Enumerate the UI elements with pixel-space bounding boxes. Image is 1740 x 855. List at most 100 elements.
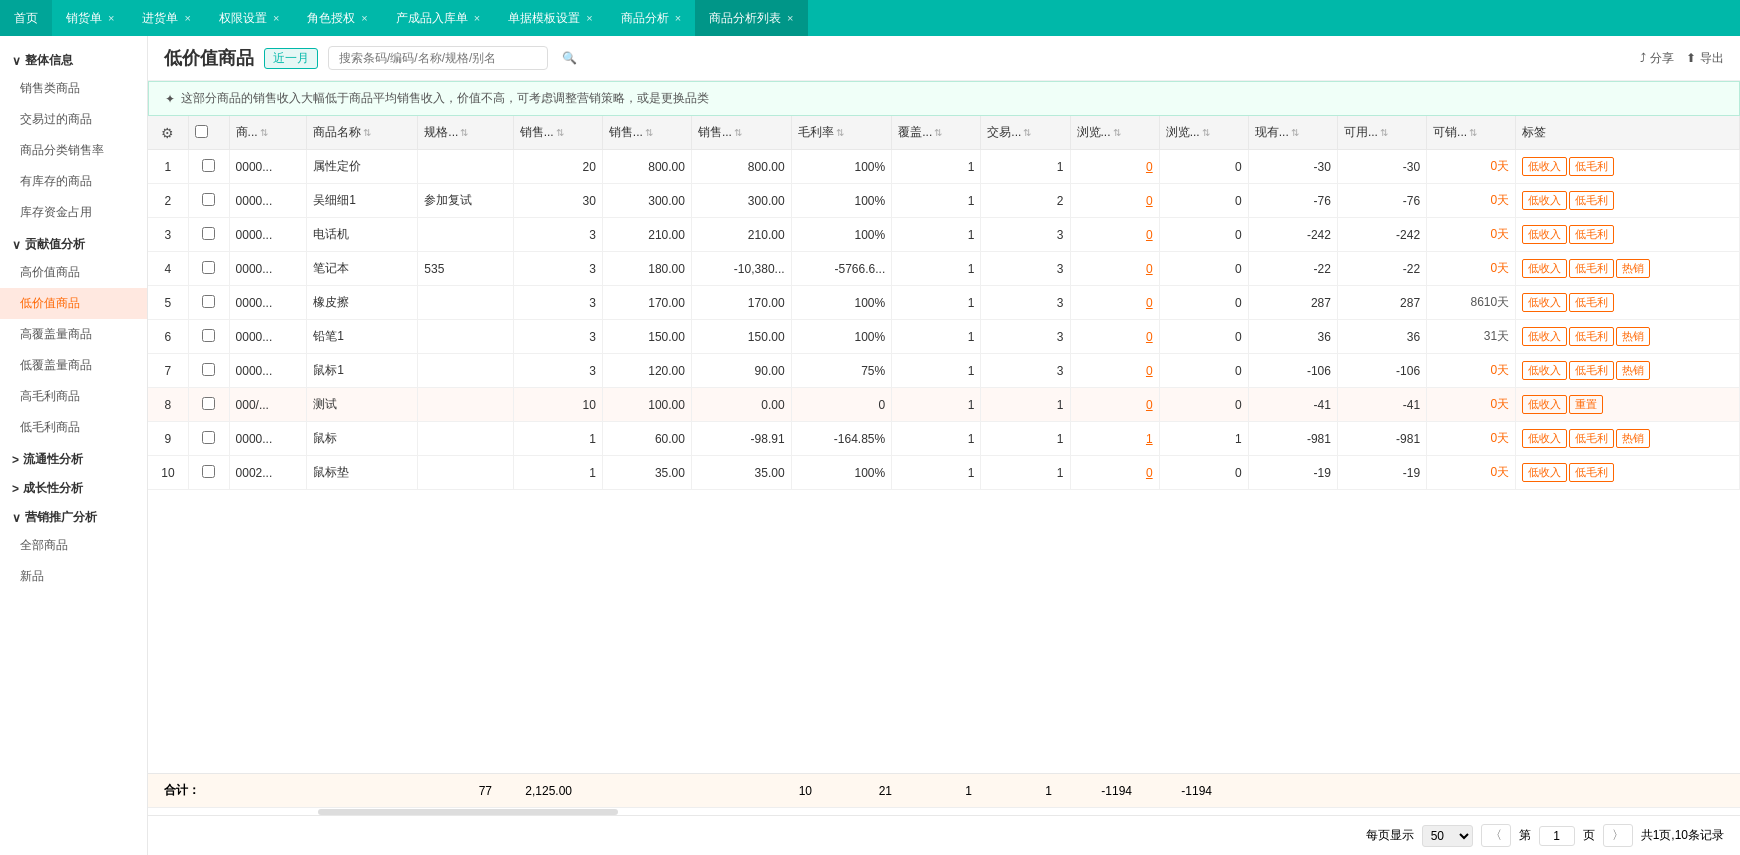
sidebar-group-liquidity[interactable]: > 流通性分析 <box>0 443 147 472</box>
col-sales-qty[interactable]: 销售...⇅ <box>513 116 602 150</box>
nav-product-analysis-list[interactable]: 商品分析列表 × <box>695 0 807 36</box>
row-sales-qty: 10 <box>513 388 602 422</box>
search-icon[interactable]: 🔍 <box>562 51 577 65</box>
row-checkbox[interactable] <box>188 184 229 218</box>
col-checkbox-header[interactable] <box>188 116 229 150</box>
col-coverage[interactable]: 覆盖...⇅ <box>892 116 981 150</box>
page-number-input[interactable] <box>1539 826 1575 846</box>
close-icon[interactable]: × <box>586 12 592 24</box>
row-browse2: 0 <box>1159 354 1248 388</box>
share-button[interactable]: ⤴ 分享 <box>1640 50 1674 67</box>
search-input[interactable] <box>328 46 548 70</box>
nav-product-analysis[interactable]: 商品分析 × <box>607 0 695 36</box>
row-coverage: 1 <box>892 456 981 490</box>
tag-label: 低毛利 <box>1569 361 1614 380</box>
row-checkbox[interactable] <box>188 286 229 320</box>
row-sales-qty: 1 <box>513 456 602 490</box>
col-code[interactable]: 商...⇅ <box>229 116 307 150</box>
nav-role-auth[interactable]: 角色授权 × <box>293 0 381 36</box>
sidebar-item-new-products[interactable]: 新品 <box>0 561 147 592</box>
nav-product-in[interactable]: 产成品入库单 × <box>382 0 494 36</box>
col-browse1[interactable]: 浏览...⇅ <box>1070 116 1159 150</box>
row-checkbox[interactable] <box>188 388 229 422</box>
browse-link[interactable]: 0 <box>1146 160 1153 174</box>
close-icon[interactable]: × <box>273 12 279 24</box>
close-icon[interactable]: × <box>361 12 367 24</box>
row-code: 0002... <box>229 456 307 490</box>
sidebar-item-traded-products[interactable]: 交易过的商品 <box>0 104 147 135</box>
next-page-button[interactable]: 〉 <box>1603 824 1633 847</box>
row-browse1: 0 <box>1070 354 1159 388</box>
browse-link[interactable]: 0 <box>1146 296 1153 310</box>
col-sales-amount[interactable]: 销售...⇅ <box>602 116 691 150</box>
row-sellable-days: 31天 <box>1427 320 1516 354</box>
nav-permission[interactable]: 权限设置 × <box>205 0 293 36</box>
row-available: -106 <box>1337 354 1426 388</box>
nav-template[interactable]: 单据模板设置 × <box>494 0 606 36</box>
browse-link[interactable]: 0 <box>1146 228 1153 242</box>
sidebar-group-growth[interactable]: > 成长性分析 <box>0 472 147 501</box>
sidebar-item-high-coverage[interactable]: 高覆盖量商品 <box>0 319 147 350</box>
page-size-select[interactable]: 50 100 200 <box>1422 825 1473 847</box>
col-available[interactable]: 可用...⇅ <box>1337 116 1426 150</box>
close-icon[interactable]: × <box>474 12 480 24</box>
col-sales-profit[interactable]: 销售...⇅ <box>691 116 791 150</box>
sidebar-group-marketing[interactable]: ∨ 营销推广分析 <box>0 501 147 530</box>
nav-purchase-order[interactable]: 进货单 × <box>128 0 204 36</box>
row-checkbox[interactable] <box>188 218 229 252</box>
browse-link[interactable]: 0 <box>1146 364 1153 378</box>
row-checkbox[interactable] <box>188 354 229 388</box>
select-all-checkbox[interactable] <box>195 125 208 138</box>
browse-link[interactable]: 0 <box>1146 194 1153 208</box>
sidebar-group-overall[interactable]: ∨ 整体信息 <box>0 44 147 73</box>
col-transaction[interactable]: 交易...⇅ <box>981 116 1070 150</box>
sidebar-item-stocked-products[interactable]: 有库存的商品 <box>0 166 147 197</box>
sidebar-item-all-products[interactable]: 全部商品 <box>0 530 147 561</box>
row-checkbox[interactable] <box>188 422 229 456</box>
browse-link[interactable]: 0 <box>1146 466 1153 480</box>
data-table-wrap[interactable]: ⚙ 商...⇅ 商品名称⇅ 规格...⇅ 销售...⇅ 销售...⇅ 销售...… <box>148 116 1740 773</box>
sidebar-group-contribution[interactable]: ∨ 贡献值分析 <box>0 228 147 257</box>
col-sellable[interactable]: 可销...⇅ <box>1427 116 1516 150</box>
total-available: -1194 <box>1132 784 1212 798</box>
browse-link[interactable]: 1 <box>1146 432 1153 446</box>
header-actions: ⤴ 分享 ⬆ 导出 <box>1640 50 1724 67</box>
total-sales-qty: 77 <box>412 784 492 798</box>
row-sellable-days: 0天 <box>1427 150 1516 184</box>
nav-home[interactable]: 首页 <box>0 0 52 36</box>
sidebar-item-low-coverage[interactable]: 低覆盖量商品 <box>0 350 147 381</box>
time-badge[interactable]: 近一月 <box>264 48 318 69</box>
close-icon[interactable]: × <box>787 12 793 24</box>
col-current-stock[interactable]: 现有...⇅ <box>1248 116 1337 150</box>
tag-label: 低收入 <box>1522 395 1567 414</box>
row-name: 测试 <box>307 388 418 422</box>
row-checkbox[interactable] <box>188 252 229 286</box>
nav-sales-order[interactable]: 销货单 × <box>52 0 128 36</box>
browse-link[interactable]: 0 <box>1146 398 1153 412</box>
row-checkbox[interactable] <box>188 150 229 184</box>
col-margin[interactable]: 毛利率⇅ <box>791 116 892 150</box>
col-name[interactable]: 商品名称⇅ <box>307 116 418 150</box>
row-checkbox[interactable] <box>188 456 229 490</box>
prev-page-button[interactable]: 〈 <box>1481 824 1511 847</box>
export-button[interactable]: ⬆ 导出 <box>1686 50 1724 67</box>
close-icon[interactable]: × <box>675 12 681 24</box>
col-settings[interactable]: ⚙ <box>148 116 188 150</box>
sidebar-item-high-value[interactable]: 高价值商品 <box>0 257 147 288</box>
sidebar-item-low-margin[interactable]: 低毛利商品 <box>0 412 147 443</box>
browse-link[interactable]: 0 <box>1146 262 1153 276</box>
sidebar-item-category-sales-rate[interactable]: 商品分类销售率 <box>0 135 147 166</box>
sidebar-item-sales-products[interactable]: 销售类商品 <box>0 73 147 104</box>
close-icon[interactable]: × <box>108 12 114 24</box>
browse-link[interactable]: 0 <box>1146 330 1153 344</box>
sidebar-item-high-margin[interactable]: 高毛利商品 <box>0 381 147 412</box>
close-icon[interactable]: × <box>184 12 190 24</box>
col-browse2[interactable]: 浏览...⇅ <box>1159 116 1248 150</box>
total-sales-amount: 2,125.00 <box>492 784 572 798</box>
sidebar-item-low-value[interactable]: 低价值商品 <box>0 288 147 319</box>
col-spec[interactable]: 规格...⇅ <box>418 116 513 150</box>
row-checkbox[interactable] <box>188 320 229 354</box>
sidebar-item-stock-funds[interactable]: 库存资金占用 <box>0 197 147 228</box>
top-nav: 首页 销货单 × 进货单 × 权限设置 × 角色授权 × 产成品入库单 × 单据… <box>0 0 1740 36</box>
gear-icon[interactable]: ⚙ <box>161 125 174 141</box>
